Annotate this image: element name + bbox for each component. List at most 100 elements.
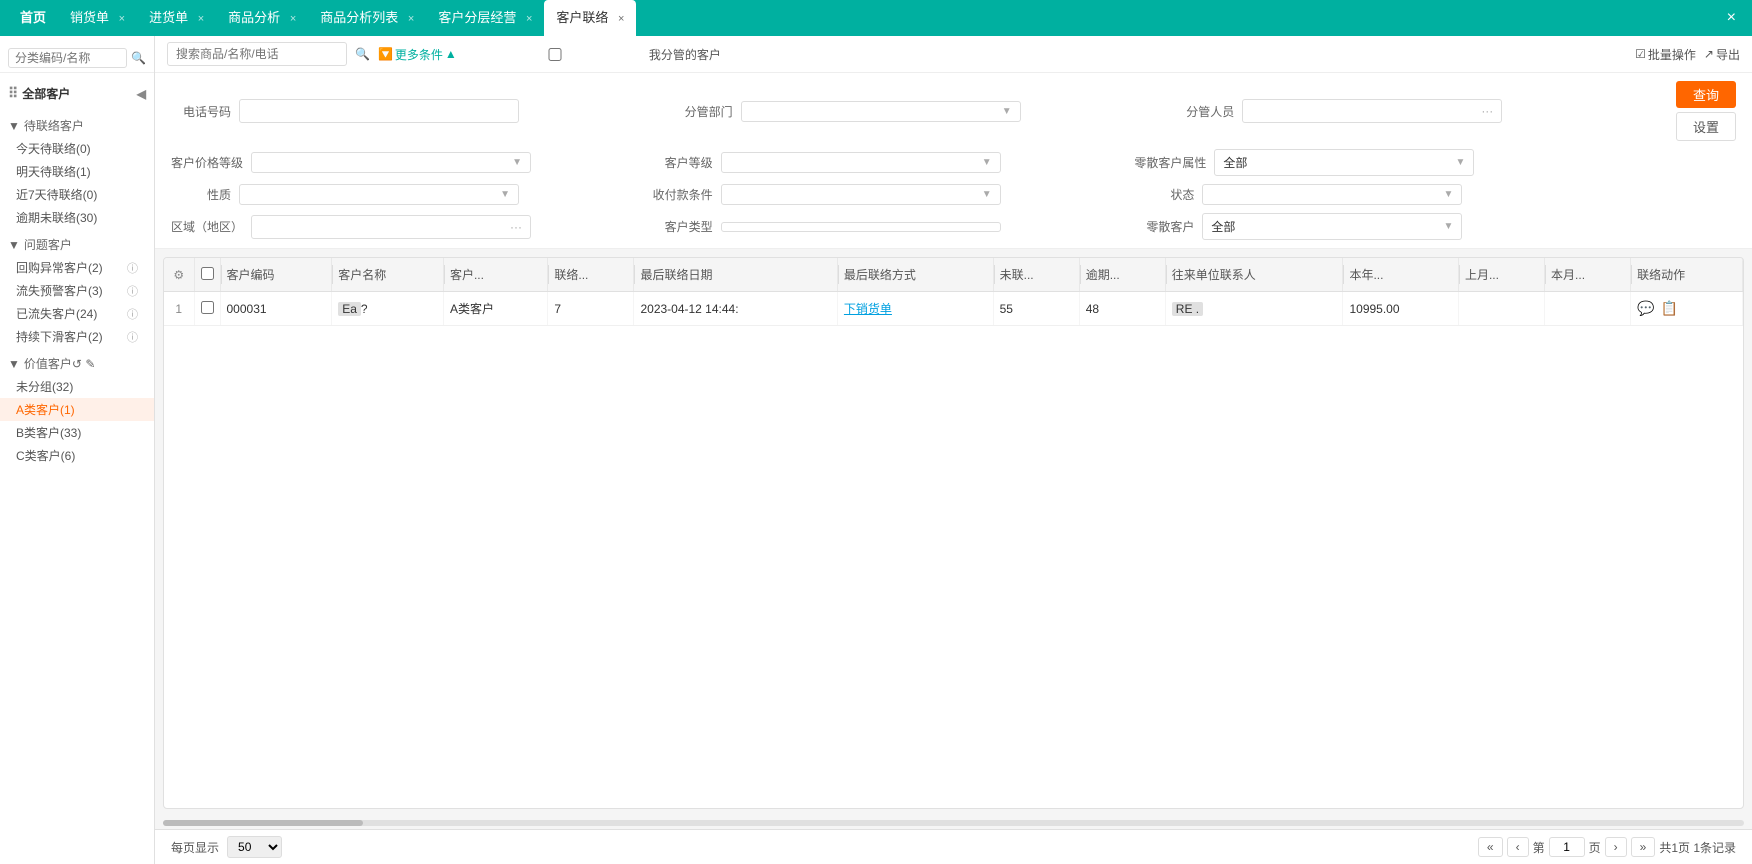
status-select[interactable]: ▼ bbox=[1202, 184, 1462, 205]
region-dots-icon[interactable]: ··· bbox=[510, 220, 522, 234]
close-product-analysis[interactable]: × bbox=[290, 13, 296, 25]
refresh-icon[interactable]: ↺ bbox=[72, 357, 82, 371]
price-level-arrow-icon: ▼ bbox=[512, 157, 522, 168]
triangle-pending-icon: ▼ bbox=[8, 119, 20, 133]
filter-payment: 收付款条件 ▼ bbox=[653, 184, 1127, 205]
sidebar-search-icon[interactable]: 🔍 bbox=[131, 51, 146, 65]
my-customer-checkbox[interactable] bbox=[465, 48, 645, 61]
sidebar-item-tomorrow[interactable]: 明天待联络(1) bbox=[0, 160, 154, 183]
close-customer-segment[interactable]: × bbox=[526, 13, 532, 25]
group-value-title[interactable]: ▼ 价值客户 ↺ ✎ bbox=[0, 352, 154, 375]
export-button[interactable]: ↗ 导出 bbox=[1704, 46, 1740, 63]
close-purchase-order[interactable]: × bbox=[198, 13, 204, 25]
more-filter-button[interactable]: 🔽 更多条件 ▲ bbox=[378, 46, 457, 63]
search-button[interactable]: 查询 bbox=[1676, 81, 1736, 108]
scrollbar-track[interactable] bbox=[163, 820, 1744, 826]
settings-button[interactable]: 设置 bbox=[1676, 112, 1736, 141]
sidebar-item-repurchase-abnormal[interactable]: 回购异常客户(2) ⓘ bbox=[0, 256, 154, 279]
group-pending-title[interactable]: ▼ 待联络客户 bbox=[0, 114, 154, 137]
nav-customer-segment[interactable]: 客户分层经营 × bbox=[426, 0, 544, 36]
retail-customer-select[interactable]: 全部 ▼ bbox=[1202, 213, 1462, 240]
prev-page-button[interactable]: ‹ bbox=[1507, 837, 1529, 857]
col-no-contact: 未联... bbox=[993, 258, 1079, 292]
close-sales-order[interactable]: × bbox=[119, 13, 125, 25]
dots-icon: ⠿ bbox=[8, 85, 18, 102]
filter-customer-type: 客户类型 bbox=[653, 218, 1127, 235]
row-select-checkbox[interactable] bbox=[201, 301, 214, 314]
row-contact-person: RE . bbox=[1165, 292, 1343, 326]
close-product-analysis-list[interactable]: × bbox=[408, 13, 414, 25]
phone-action-icon[interactable]: 📋 bbox=[1661, 300, 1678, 317]
nav-sales-order[interactable]: 销货单 × bbox=[58, 0, 137, 36]
table-header-row: ⚙ 客户编码 客户名称 bbox=[164, 258, 1743, 292]
filter-row-3: 性质 ▼ 收付款条件 ▼ 状态 bbox=[171, 184, 1736, 205]
retail-attr-select[interactable]: 全部 ▼ bbox=[1214, 149, 1474, 176]
filter-retail-attr: 零散客户属性 全部 ▼ bbox=[1134, 149, 1608, 176]
price-level-select[interactable]: ▼ bbox=[251, 152, 531, 173]
group-problem-title[interactable]: ▼ 问题客户 bbox=[0, 233, 154, 256]
settings-icon[interactable]: ⚙ bbox=[173, 268, 184, 282]
edit-icon[interactable]: ✎ bbox=[85, 357, 95, 371]
search-input[interactable] bbox=[167, 42, 347, 66]
my-customer-checkbox-label[interactable]: 我分管的客户 bbox=[465, 46, 721, 63]
sidebar-item-ungrouped[interactable]: 未分组(32) bbox=[0, 375, 154, 398]
phone-input[interactable] bbox=[239, 99, 519, 123]
message-action-icon[interactable]: 💬 bbox=[1637, 300, 1654, 317]
sidebar-item-overdue[interactable]: 逾期未联络(30) bbox=[0, 206, 154, 229]
batch-op-button[interactable]: ☑ 批量操作 bbox=[1635, 46, 1696, 63]
manager-input[interactable]: ··· bbox=[1242, 99, 1502, 123]
close-customer-contact[interactable]: × bbox=[618, 13, 624, 25]
filter-phone: 电话号码 bbox=[171, 99, 665, 123]
customer-type-input[interactable] bbox=[721, 222, 1001, 232]
first-page-button[interactable]: « bbox=[1478, 837, 1503, 857]
region-label: 区域（地区） bbox=[171, 218, 243, 235]
last-method-link[interactable]: 下销货单 bbox=[844, 302, 892, 316]
sidebar-search-input[interactable] bbox=[8, 48, 127, 68]
search-button-icon[interactable]: 🔍 bbox=[355, 47, 370, 61]
dept-select[interactable]: ▼ bbox=[741, 101, 1021, 122]
retail-customer-arrow-icon: ▼ bbox=[1443, 221, 1453, 232]
page-number-input[interactable] bbox=[1549, 837, 1585, 857]
close-all-tabs[interactable]: × bbox=[1719, 9, 1744, 27]
info-icon3: ⓘ bbox=[127, 306, 138, 322]
sidebar-item-declining[interactable]: 持续下滑客户(2) ⓘ bbox=[0, 325, 154, 348]
scrollbar-thumb[interactable] bbox=[163, 820, 363, 826]
select-all-checkbox[interactable] bbox=[201, 267, 214, 280]
collapse-sidebar-icon[interactable]: ◀ bbox=[137, 87, 146, 101]
retail-attr-label: 零散客户属性 bbox=[1134, 154, 1206, 171]
sidebar-item-class-b[interactable]: B类客户(33) bbox=[0, 421, 154, 444]
table-row: 1 000031 Ea? A类客户 bbox=[164, 292, 1743, 326]
nav-customer-contact[interactable]: 客户联络 × bbox=[544, 0, 636, 36]
nature-select[interactable]: ▼ bbox=[239, 184, 519, 205]
sidebar-item-class-c[interactable]: C类客户(6) bbox=[0, 444, 154, 467]
sidebar-item-7days[interactable]: 近7天待联络(0) bbox=[0, 183, 154, 206]
sidebar-search-area: 🔍 bbox=[0, 44, 154, 73]
nav-home[interactable]: 首页 bbox=[8, 0, 58, 36]
sidebar-item-class-a[interactable]: A类客户(1) bbox=[0, 398, 154, 421]
next-page-button[interactable]: › bbox=[1605, 837, 1627, 857]
filter-dept: 分管部门 ▼ bbox=[673, 101, 1167, 122]
nav-product-analysis[interactable]: 商品分析 × bbox=[216, 0, 308, 36]
customer-level-select[interactable]: ▼ bbox=[721, 152, 1001, 173]
last-page-button[interactable]: » bbox=[1631, 837, 1656, 857]
page-size-select[interactable]: 50 100 200 bbox=[227, 836, 282, 858]
row-overdue: 48 bbox=[1079, 292, 1165, 326]
customer-level-arrow-icon: ▼ bbox=[982, 157, 992, 168]
sidebar-item-churn-warning[interactable]: 流失预警客户(3) ⓘ bbox=[0, 279, 154, 302]
col-overdue: 逾期... bbox=[1079, 258, 1165, 292]
payment-select[interactable]: ▼ bbox=[721, 184, 1001, 205]
sidebar-item-churned[interactable]: 已流失客户(24) ⓘ bbox=[0, 302, 154, 325]
horizontal-scrollbar[interactable] bbox=[155, 817, 1752, 829]
region-input[interactable]: ··· bbox=[251, 215, 531, 239]
nature-label: 性质 bbox=[171, 186, 231, 203]
all-customers-header[interactable]: ⠿ 全部客户 ◀ bbox=[8, 81, 146, 106]
nav-product-analysis-list[interactable]: 商品分析列表 × bbox=[308, 0, 426, 36]
top-nav: 首页 销货单 × 进货单 × 商品分析 × 商品分析列表 × 客户分层经营 × … bbox=[0, 0, 1752, 36]
manager-dots-icon[interactable]: ··· bbox=[1481, 104, 1493, 118]
sidebar-item-today[interactable]: 今天待联络(0) bbox=[0, 137, 154, 160]
row-contact-count: 7 bbox=[548, 292, 634, 326]
col-last-method: 最后联络方式 bbox=[837, 258, 993, 292]
filter-status: 状态 ▼ bbox=[1134, 184, 1608, 205]
nav-purchase-order[interactable]: 进货单 × bbox=[137, 0, 216, 36]
customer-type-label: 客户类型 bbox=[653, 218, 713, 235]
